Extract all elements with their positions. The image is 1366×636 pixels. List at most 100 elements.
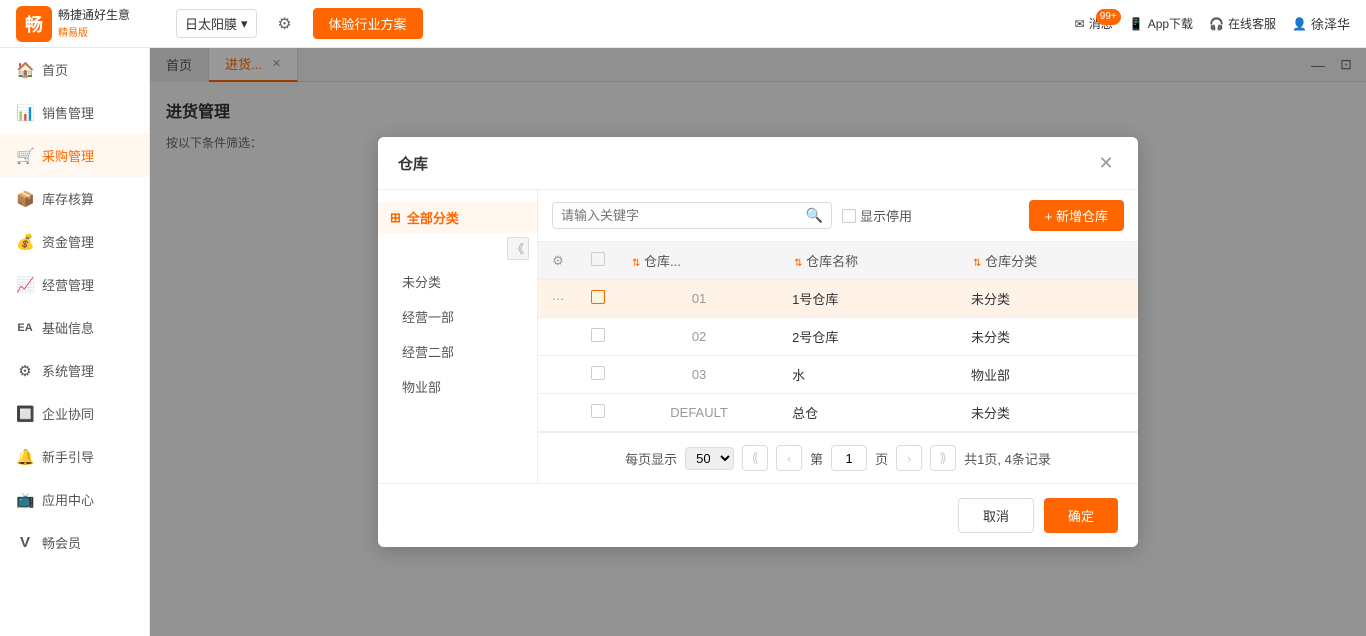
logo-icon: 畅 — [16, 6, 52, 42]
store-selector[interactable]: 日太阳膜 ▾ — [176, 9, 257, 38]
category-item-operations2[interactable]: 经营二部 — [378, 334, 537, 369]
top-header: 畅 畅捷通好生意 精易版 日太阳膜 ▾ ⚙ 体验行业方案 ✉ 消息 99+ 📱 … — [0, 0, 1366, 48]
modal-overlay: 仓库 ✕ ⊞ 全部分类 《 未分类 — [150, 48, 1366, 636]
sidebar-label-home: 首页 — [42, 60, 68, 79]
sidebar-item-purchase[interactable]: 🛒 采购管理 — [0, 134, 149, 177]
row-action-cell[interactable]: ··· — [538, 280, 578, 318]
pagination: 每页显示 50 ⟪ ‹ 第 页 › ⟫ 共1页, 4条记录 — [538, 432, 1138, 483]
brand-logo: 畅 畅捷通好生意 精易版 — [16, 6, 156, 42]
main-content: 首页 进货... ✕ — ⊡ 进货管理 按以下条件筛选： 仓库 — [150, 48, 1366, 636]
row-checkbox[interactable] — [591, 404, 605, 418]
sidebar-item-app-center[interactable]: 📺 应用中心 — [0, 478, 149, 521]
settings-button[interactable]: ⚙ — [269, 8, 301, 40]
row-checkbox[interactable] — [591, 328, 605, 342]
headset-icon: 🎧 — [1209, 17, 1224, 31]
select-all-checkbox[interactable] — [591, 252, 605, 266]
sidebar-label-finance: 资金管理 — [42, 232, 94, 251]
page-number-input[interactable] — [831, 445, 867, 471]
table-row[interactable]: ··· 01 1号仓库 未分类 — [538, 280, 1138, 318]
table-row[interactable]: DEFAULT 总仓 未分类 — [538, 394, 1138, 432]
row-action-cell[interactable] — [538, 356, 578, 394]
category-item-property[interactable]: 物业部 — [378, 369, 537, 404]
table-header-row: ⚙ ⇅ 仓库... — [538, 242, 1138, 280]
sidebar-item-operations[interactable]: 📈 经营管理 — [0, 263, 149, 306]
phone-icon: 📱 — [1129, 17, 1144, 31]
last-page-button[interactable]: ⟫ — [930, 445, 956, 471]
row-num: 01 — [618, 280, 780, 318]
sidebar-item-enterprise[interactable]: 🔲 企业协同 — [0, 392, 149, 435]
first-page-button[interactable]: ⟪ — [742, 445, 768, 471]
col-category-header[interactable]: ⇅ 仓库分类 — [959, 242, 1138, 280]
inventory-icon: 📦 — [16, 190, 34, 208]
col-select-all[interactable] — [578, 242, 618, 280]
search-icon: 🔍 — [806, 207, 823, 224]
table-row[interactable]: 02 2号仓库 未分类 — [538, 318, 1138, 356]
modal-close-button[interactable]: ✕ — [1094, 151, 1118, 175]
sidebar-label-inventory: 库存核算 — [42, 189, 94, 208]
user-icon: 👤 — [1292, 17, 1307, 31]
sidebar-label-enterprise: 企业协同 — [42, 404, 94, 423]
category-panel: ⊞ 全部分类 《 未分类 经营一部 经营二部 — [378, 190, 538, 483]
show-disabled-toggle[interactable]: 显示停用 — [842, 206, 912, 225]
sidebar-item-guide[interactable]: 🔔 新手引导 — [0, 435, 149, 478]
collapse-category-button[interactable]: 《 — [507, 237, 529, 260]
show-disabled-checkbox[interactable] — [842, 209, 856, 223]
search-box: 🔍 — [552, 202, 832, 229]
confirm-button[interactable]: 确定 — [1044, 498, 1118, 533]
warehouse-data-table: ⚙ ⇅ 仓库... — [538, 242, 1138, 432]
category-item-unclassified[interactable]: 未分类 — [378, 264, 537, 299]
trial-button[interactable]: 体验行业方案 — [313, 8, 423, 39]
app-body: 🏠 首页 📊 销售管理 🛒 采购管理 📦 库存核算 💰 资金管理 📈 经营管理 … — [0, 48, 1366, 636]
gear-icon: ⚙ — [277, 14, 291, 34]
modal-body: ⊞ 全部分类 《 未分类 经营一部 经营二部 — [378, 190, 1138, 483]
category-all[interactable]: ⊞ 全部分类 — [378, 202, 537, 233]
search-input[interactable] — [561, 208, 800, 223]
sidebar-item-finance[interactable]: 💰 资金管理 — [0, 220, 149, 263]
cancel-button[interactable]: 取消 — [958, 498, 1034, 533]
row-checkbox-cell[interactable] — [578, 356, 618, 394]
row-action-cell[interactable] — [538, 318, 578, 356]
sidebar-label-purchase: 采购管理 — [42, 146, 94, 165]
more-icon[interactable]: ··· — [552, 291, 565, 306]
user-avatar[interactable]: 👤 徐泽华 — [1292, 14, 1350, 33]
header-center: 日太阳膜 ▾ ⚙ 体验行业方案 — [156, 8, 1075, 40]
table-body: ··· 01 1号仓库 未分类 02 2号仓库 未分类 — [538, 280, 1138, 432]
row-checkbox-cell[interactable] — [578, 280, 618, 318]
enterprise-icon: 🔲 — [16, 405, 34, 423]
row-num: 03 — [618, 356, 780, 394]
sidebar-item-member[interactable]: V 畅会员 — [0, 521, 149, 564]
grid-icon: ⊞ — [390, 210, 401, 226]
row-category: 物业部 — [959, 356, 1138, 394]
sidebar-item-home[interactable]: 🏠 首页 — [0, 48, 149, 91]
sidebar-item-sales[interactable]: 📊 销售管理 — [0, 91, 149, 134]
category-item-operations1[interactable]: 经营一部 — [378, 299, 537, 334]
add-warehouse-button[interactable]: + 新增仓库 — [1029, 200, 1124, 231]
table-row[interactable]: 03 水 物业部 — [538, 356, 1138, 394]
sidebar-item-inventory[interactable]: 📦 库存核算 — [0, 177, 149, 220]
col-code-header[interactable]: ⇅ 仓库... — [618, 242, 780, 280]
row-checkbox-cell[interactable] — [578, 318, 618, 356]
purchase-icon: 🛒 — [16, 147, 34, 165]
next-page-button[interactable]: › — [896, 445, 922, 471]
row-checkbox-cell[interactable] — [578, 394, 618, 432]
row-checkbox[interactable] — [591, 366, 605, 380]
message-badge: 99+ — [1096, 9, 1121, 25]
col-name-header[interactable]: ⇅ 仓库名称 — [780, 242, 959, 280]
row-action-cell[interactable] — [538, 394, 578, 432]
row-checkbox[interactable] — [591, 290, 605, 304]
app-download-button[interactable]: 📱 App下载 — [1129, 15, 1193, 32]
sidebar-item-basic-info[interactable]: EA 基础信息 — [0, 306, 149, 349]
warehouse-modal: 仓库 ✕ ⊞ 全部分类 《 未分类 — [378, 137, 1138, 547]
prev-page-button[interactable]: ‹ — [776, 445, 802, 471]
guide-icon: 🔔 — [16, 448, 34, 466]
row-num: 02 — [618, 318, 780, 356]
sort-icon-cat: ⇅ — [973, 258, 981, 269]
sidebar-label-member: 畅会员 — [42, 533, 81, 552]
finance-icon: 💰 — [16, 233, 34, 251]
messages-button[interactable]: ✉ 消息 99+ — [1075, 15, 1113, 32]
per-page-select[interactable]: 50 — [685, 447, 734, 470]
header-right: ✉ 消息 99+ 📱 App下载 🎧 在线客服 👤 徐泽华 — [1075, 14, 1350, 33]
sidebar-label-app-center: 应用中心 — [42, 490, 94, 509]
online-service-button[interactable]: 🎧 在线客服 — [1209, 15, 1276, 32]
sidebar-item-system[interactable]: ⚙ 系统管理 — [0, 349, 149, 392]
